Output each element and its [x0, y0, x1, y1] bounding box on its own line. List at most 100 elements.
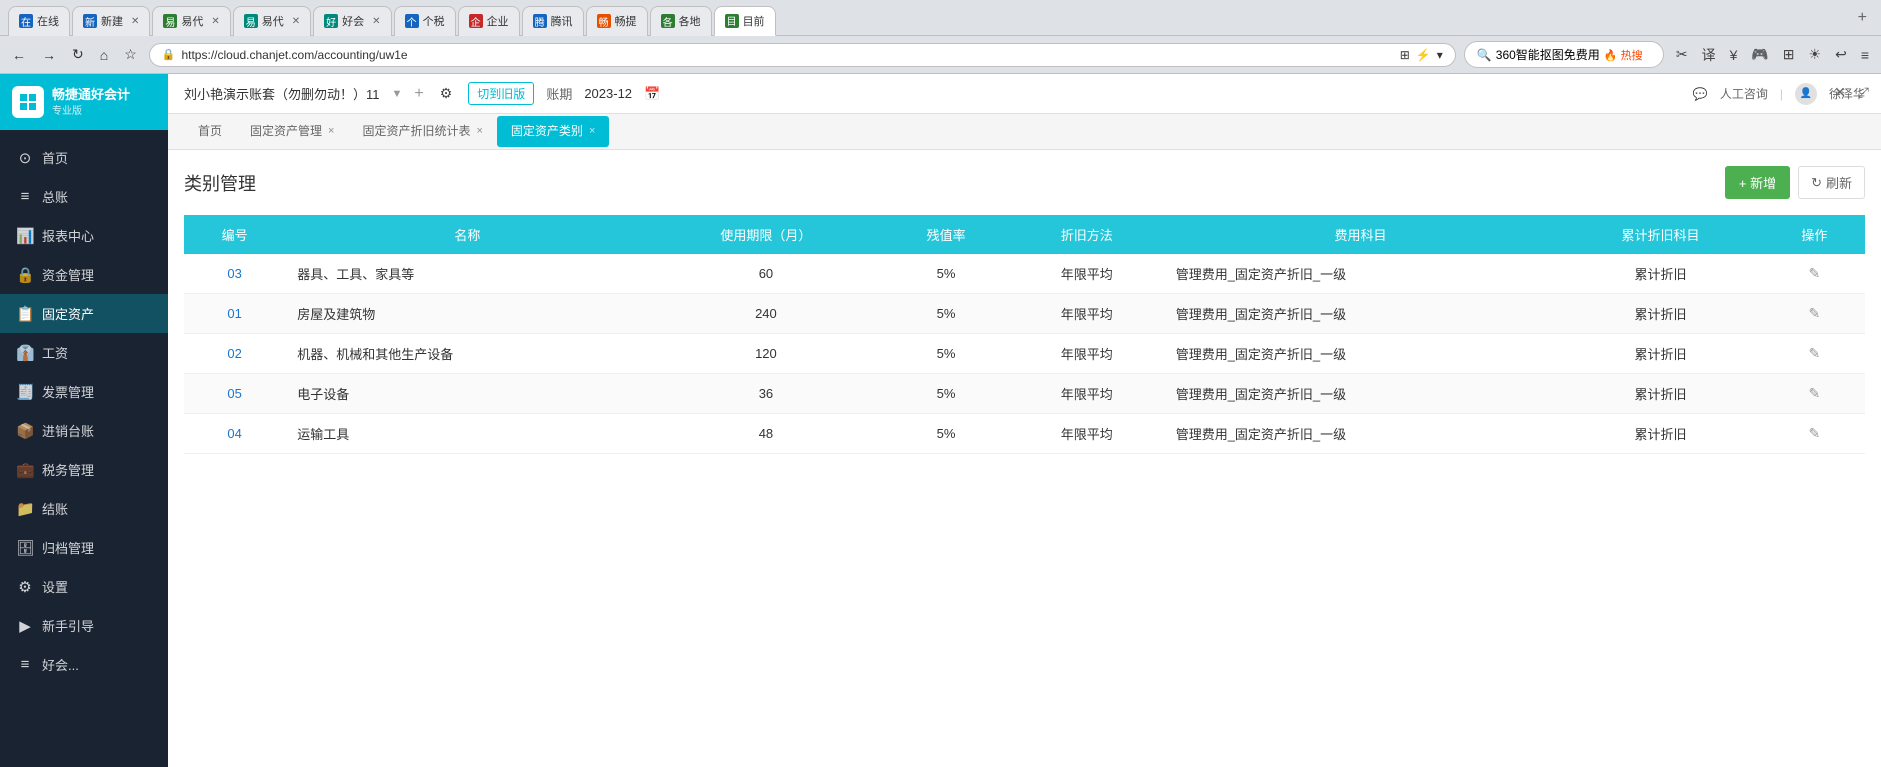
edit-button[interactable]: ✎	[1808, 425, 1820, 442]
url-bar[interactable]: 🔒 https://cloud.chanjet.com/accounting/u…	[149, 43, 1456, 67]
search-bar[interactable]: 🔍 360智能抠图免费用 🔥 热搜	[1464, 41, 1664, 68]
data-table: 编号名称使用期限（月）残值率折旧方法费用科目累计折旧科目操作 03器具、工具、家…	[184, 215, 1865, 454]
browser-tabs: 在在线新新建✕易易代✕易易代✕好好会✕个个税企企业腾腾讯畅畅提各各地目目前	[8, 0, 1848, 36]
translate-icon[interactable]: 译	[1698, 43, 1720, 67]
page-tab-depreciation-stats[interactable]: 固定资产折旧统计表×	[348, 116, 496, 147]
forward-button[interactable]: →	[38, 43, 60, 67]
url-dropdown-icon[interactable]: ▾	[1437, 48, 1443, 62]
sidebar-item-ledger[interactable]: ≡总账	[0, 177, 168, 216]
add-button[interactable]: + 新增	[1725, 166, 1790, 199]
tab-close-icon[interactable]: ✕	[211, 16, 219, 27]
edit-button[interactable]: ✎	[1808, 385, 1820, 402]
sidebar-item-guide[interactable]: ▶新手引导	[0, 606, 168, 645]
sidebar-item-label-guide: 新手引导	[42, 616, 94, 635]
tab-close-icon[interactable]: ✕	[292, 16, 300, 27]
browser-tab-tab1[interactable]: 在在线	[8, 6, 70, 36]
browser-tab-tab8[interactable]: 腾腾讯	[522, 6, 584, 36]
page-tab-home[interactable]: 首页	[184, 116, 236, 147]
sidebar-item-salary[interactable]: 👔工资	[0, 333, 168, 372]
browser-tab-tab9[interactable]: 畅畅提	[586, 6, 648, 36]
lightning-icon[interactable]: ⚡	[1416, 48, 1431, 62]
table-row: 04运输工具485%年限平均管理费用_固定资产折旧_一级累计折旧✎	[184, 414, 1865, 454]
back-button[interactable]: ←	[8, 43, 30, 67]
tab-label: 个税	[423, 13, 445, 29]
url-text: https://cloud.chanjet.com/accounting/uw1…	[181, 48, 1393, 62]
refresh-button[interactable]: ↻ 刷新	[1798, 166, 1865, 199]
window-close-icon[interactable]: ✕	[1830, 82, 1850, 103]
game-icon[interactable]: 🎮	[1747, 44, 1772, 65]
tab-label: 在线	[37, 13, 59, 29]
tab-close-icon[interactable]: ✕	[372, 16, 380, 27]
page-tab-fixed-asset-mgmt[interactable]: 固定资产管理×	[236, 116, 348, 147]
browser-tab-tab5[interactable]: 好好会✕	[313, 6, 391, 36]
table-body: 03器具、工具、家具等605%年限平均管理费用_固定资产折旧_一级累计折旧✎01…	[184, 254, 1865, 454]
sidebar-item-invoice[interactable]: 🧾发票管理	[0, 372, 168, 411]
window-maximize-icon[interactable]: ⤢	[1854, 82, 1873, 103]
browser-tab-tab11[interactable]: 目目前	[714, 6, 776, 36]
sidebar-item-archive[interactable]: 🗄归档管理	[0, 528, 168, 567]
header-add-btn[interactable]: +	[414, 85, 423, 103]
sidebar-nav: ⊙首页≡总账📊报表中心🔒资金管理📋固定资产👔工资🧾发票管理📦进销台账💼税务管理📁…	[0, 130, 168, 767]
home-browser-button[interactable]: ⌂	[96, 43, 112, 67]
tab-label: 企业	[487, 13, 509, 29]
browser-tab-tab10[interactable]: 各各地	[650, 6, 712, 36]
browser-tab-tab2[interactable]: 新新建✕	[72, 6, 150, 36]
table-row: 02机器、机械和其他生产设备1205%年限平均管理费用_固定资产折旧_一级累计折…	[184, 334, 1865, 374]
row-depreciation-account: 累计折旧	[1557, 294, 1763, 334]
row-period: 240	[650, 294, 883, 334]
page-tab-close-depreciation-stats[interactable]: ×	[476, 125, 482, 137]
table-column-header: 残值率	[882, 215, 1010, 254]
brightness-icon[interactable]: ☀	[1805, 44, 1826, 65]
edit-button[interactable]: ✎	[1808, 265, 1820, 282]
sidebar-item-icon-tax: 💼	[16, 461, 34, 479]
refresh-label: 刷新	[1826, 173, 1852, 192]
sidebar-item-purchase-sale[interactable]: 📦进销台账	[0, 411, 168, 450]
browser-chrome: 在在线新新建✕易易代✕易易代✕好好会✕个个税企企业腾腾讯畅畅提各各地目目前 +	[0, 0, 1881, 36]
row-code: 02	[184, 334, 285, 374]
page-tab-fixed-asset-category[interactable]: 固定资产类别×	[497, 116, 609, 147]
grid-icon[interactable]: ⊞	[1779, 44, 1799, 65]
cut-icon[interactable]: ✂	[1672, 44, 1692, 65]
edit-button[interactable]: ✎	[1808, 305, 1820, 322]
tab-favicon: 企	[469, 14, 483, 28]
sidebar-item-icon-salary: 👔	[16, 344, 34, 362]
sidebar-item-fund[interactable]: 🔒资金管理	[0, 255, 168, 294]
sidebar-item-tax[interactable]: 💼税务管理	[0, 450, 168, 489]
tab-close-icon[interactable]: ✕	[131, 16, 139, 27]
row-code: 04	[184, 414, 285, 454]
bookmark-button[interactable]: ☆	[120, 42, 141, 67]
undo-icon[interactable]: ↩	[1831, 44, 1851, 65]
sidebar-item-fixed-asset[interactable]: 📋固定资产	[0, 294, 168, 333]
site-info-icon[interactable]: ⊞	[1400, 48, 1410, 62]
browser-tab-tab4[interactable]: 易易代✕	[233, 6, 311, 36]
tab-favicon: 目	[725, 14, 739, 28]
refresh-browser-button[interactable]: ↻	[68, 42, 88, 67]
consult-label[interactable]: 人工咨询	[1720, 85, 1768, 102]
browser-tab-tab6[interactable]: 个个税	[394, 6, 456, 36]
row-action: ✎	[1764, 414, 1865, 454]
browser-tab-tab3[interactable]: 易易代✕	[152, 6, 230, 36]
page-tab-close-fixed-asset-category[interactable]: ×	[589, 125, 595, 137]
sidebar-item-home[interactable]: ⊙首页	[0, 138, 168, 177]
edit-button[interactable]: ✎	[1808, 345, 1820, 362]
content-area: 类别管理 + 新增 ↻ 刷新 编号名称使用期限（月）残值率折旧方法费用科目累计折…	[168, 150, 1881, 767]
sidebar-item-more[interactable]: ≡好会...	[0, 645, 168, 684]
menu-icon[interactable]: ≡	[1857, 45, 1873, 65]
page-tab-close-fixed-asset-mgmt[interactable]: ×	[328, 125, 334, 137]
sidebar-item-settings[interactable]: ⚙设置	[0, 567, 168, 606]
browser-tab-tab7[interactable]: 企企业	[458, 6, 520, 36]
tab-favicon: 在	[19, 14, 33, 28]
sidebar-item-label-closing: 结账	[42, 499, 68, 518]
currency-icon[interactable]: ¥	[1726, 45, 1742, 65]
sidebar-item-report[interactable]: 📊报表中心	[0, 216, 168, 255]
new-tab-button[interactable]: +	[1852, 9, 1873, 27]
sidebar-item-closing[interactable]: 📁结账	[0, 489, 168, 528]
sidebar-item-label-purchase-sale: 进销台账	[42, 421, 94, 440]
row-name: 电子设备	[285, 374, 649, 414]
header-settings-icon[interactable]: ⚙	[436, 83, 457, 104]
old-version-button[interactable]: 切到旧版	[468, 82, 534, 105]
header-dropdown-arrow[interactable]: ▼	[392, 88, 403, 100]
browser-toolbar: ✂ 译 ¥ 🎮 ⊞ ☀ ↩ ≡	[1672, 43, 1873, 67]
row-action: ✎	[1764, 374, 1865, 414]
calendar-icon[interactable]: 📅	[644, 86, 660, 102]
